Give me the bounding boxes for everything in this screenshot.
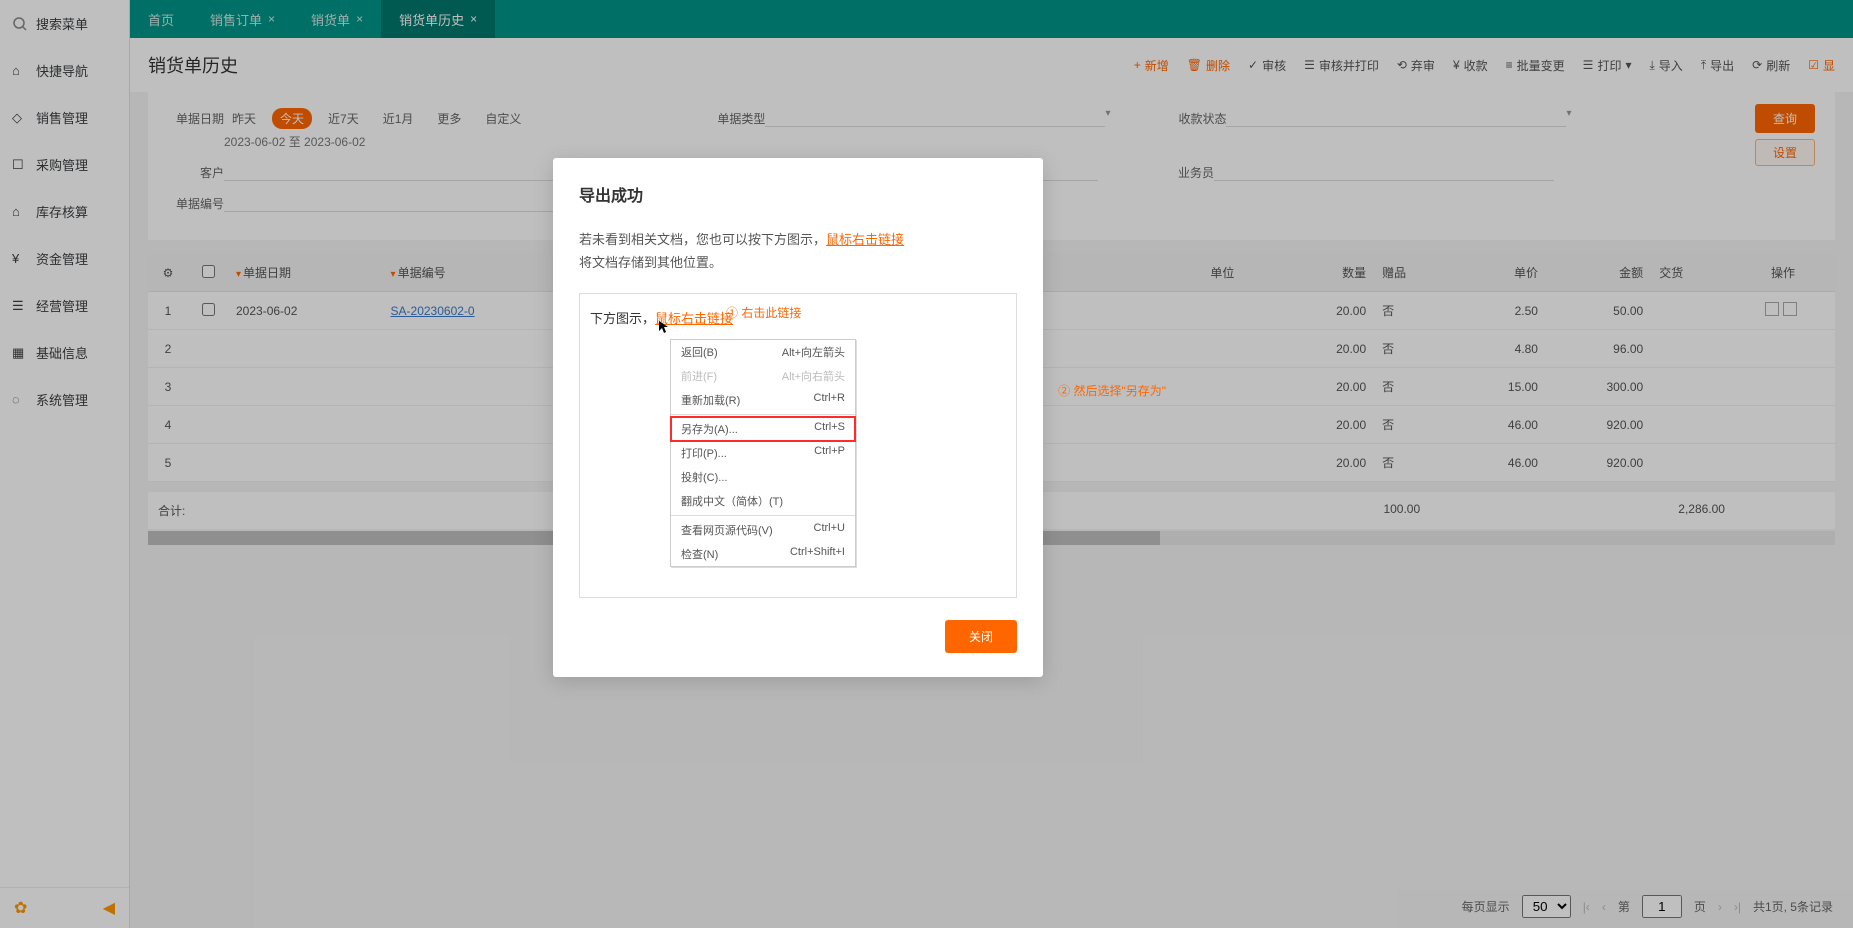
ctx-menu-item: 返回(B)Alt+向左箭头 [671,340,855,364]
modal-demo-box: 下方图示，鼠标右击链接 ① 右击此链接 返回(B)Alt+向左箭头前进(F)Al… [579,293,1017,598]
cursor-icon [658,320,670,334]
ctx-menu-item: 查看网页源代码(V)Ctrl+U [671,518,855,542]
modal-link[interactable]: 鼠标右击链接 [826,232,904,247]
tip-2: ② 然后选择"另存为" [1058,382,1166,399]
ctx-menu-item: 投射(C)... [671,465,855,489]
tip-1: ① 右击此链接 [726,304,801,321]
ctx-menu-item: 重新加载(R)Ctrl+R [671,388,855,412]
context-menu-demo: 返回(B)Alt+向左箭头前进(F)Alt+向右箭头重新加载(R)Ctrl+R 另… [670,339,856,567]
close-button[interactable]: 关闭 [945,620,1017,653]
ctx-menu-item: 另存为(A)...Ctrl+S [671,417,855,441]
ctx-menu-item: 前进(F)Alt+向右箭头 [671,364,855,388]
export-success-modal: 导出成功 若未看到相关文档，您也可以按下方图示，鼠标右击链接 将文档存储到其他位… [553,158,1043,677]
ctx-menu-item: 检查(N)Ctrl+Shift+I [671,542,855,566]
modal-actions: 关闭 [579,620,1017,653]
demo-caption: 下方图示，鼠标右击链接 ① 右击此链接 [590,308,1006,327]
ctx-menu-item: 打印(P)...Ctrl+P [671,441,855,465]
modal-title: 导出成功 [579,182,1017,206]
ctx-menu-item: 翻成中文（简体）(T) [671,489,855,513]
modal-description: 若未看到相关文档，您也可以按下方图示，鼠标右击链接 将文档存储到其他位置。 [579,228,1017,275]
